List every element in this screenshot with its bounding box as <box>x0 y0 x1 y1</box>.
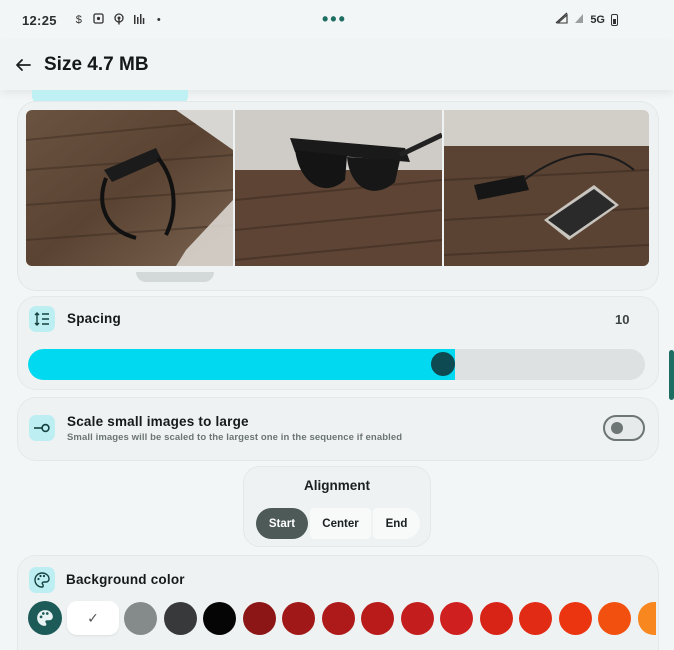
palette-icon <box>29 567 55 593</box>
color-swatch[interactable] <box>440 602 473 635</box>
status-time: 12:25 <box>22 12 57 28</box>
spacing-value: 10 <box>615 312 630 327</box>
alignment-title: Alignment <box>304 478 370 493</box>
spacing-slider-thumb[interactable] <box>431 352 455 376</box>
color-swatch[interactable] <box>203 602 236 635</box>
dollar-icon: $ <box>75 14 82 26</box>
scale-icon <box>29 415 55 441</box>
top-app-bar: Size 4.7 MB <box>0 40 674 90</box>
color-swatch[interactable] <box>480 602 513 635</box>
background-color-label: Background color <box>66 572 185 587</box>
color-swatch[interactable] <box>322 602 355 635</box>
wifi-off-icon <box>555 12 568 27</box>
scale-label: Scale small images to large <box>67 414 249 429</box>
scale-toggle-knob <box>611 422 623 434</box>
battery-icon <box>611 13 618 26</box>
network-label: 5G <box>590 13 605 26</box>
color-swatch[interactable] <box>124 602 157 635</box>
signal-icon <box>574 13 584 27</box>
line-spacing-icon <box>29 306 55 332</box>
scale-toggle[interactable] <box>603 415 645 441</box>
color-swatch[interactable] <box>361 602 394 635</box>
scroll-indicator[interactable] <box>669 350 674 400</box>
check-icon: ✓ <box>87 609 99 626</box>
podcast-icon <box>111 12 127 28</box>
color-swatch[interactable] <box>282 602 315 635</box>
selected-color-white[interactable]: ✓ <box>67 601 119 635</box>
spacing-slider-fill <box>28 349 455 380</box>
preview-image-1 <box>26 110 233 266</box>
screenshot-icon <box>91 13 107 27</box>
alignment-center-button[interactable]: Center <box>310 508 371 539</box>
scale-card <box>18 398 658 460</box>
spacing-label: Spacing <box>67 311 121 326</box>
palette-icon <box>37 610 53 626</box>
image-preview-strip[interactable] <box>26 110 649 266</box>
color-swatch[interactable] <box>243 602 276 635</box>
more-dots-indicator: ••• <box>322 9 347 29</box>
color-swatch[interactable] <box>598 602 631 635</box>
page-title: Size 4.7 MB <box>44 54 149 75</box>
color-swatch[interactable] <box>164 602 197 635</box>
alignment-end-button[interactable]: End <box>373 508 420 539</box>
scale-sublabel: Small images will be scaled to the large… <box>67 432 403 443</box>
preview-drag-handle[interactable] <box>136 272 214 282</box>
back-button[interactable] <box>12 54 34 76</box>
custom-color-button[interactable] <box>28 601 62 635</box>
status-bar: 12:25 $ • ••• 5G <box>0 0 674 40</box>
spacing-slider[interactable] <box>28 349 645 380</box>
color-swatch[interactable] <box>401 602 434 635</box>
preview-image-3 <box>444 110 649 266</box>
bars-icon <box>131 13 147 28</box>
alignment-start-button[interactable]: Start <box>256 508 308 539</box>
dot-icon: • <box>156 14 161 26</box>
color-swatch[interactable] <box>559 602 592 635</box>
preview-image-2 <box>235 110 442 266</box>
color-swatch[interactable] <box>519 602 552 635</box>
arrow-left-icon <box>16 59 31 71</box>
status-right: 5G <box>555 12 618 27</box>
